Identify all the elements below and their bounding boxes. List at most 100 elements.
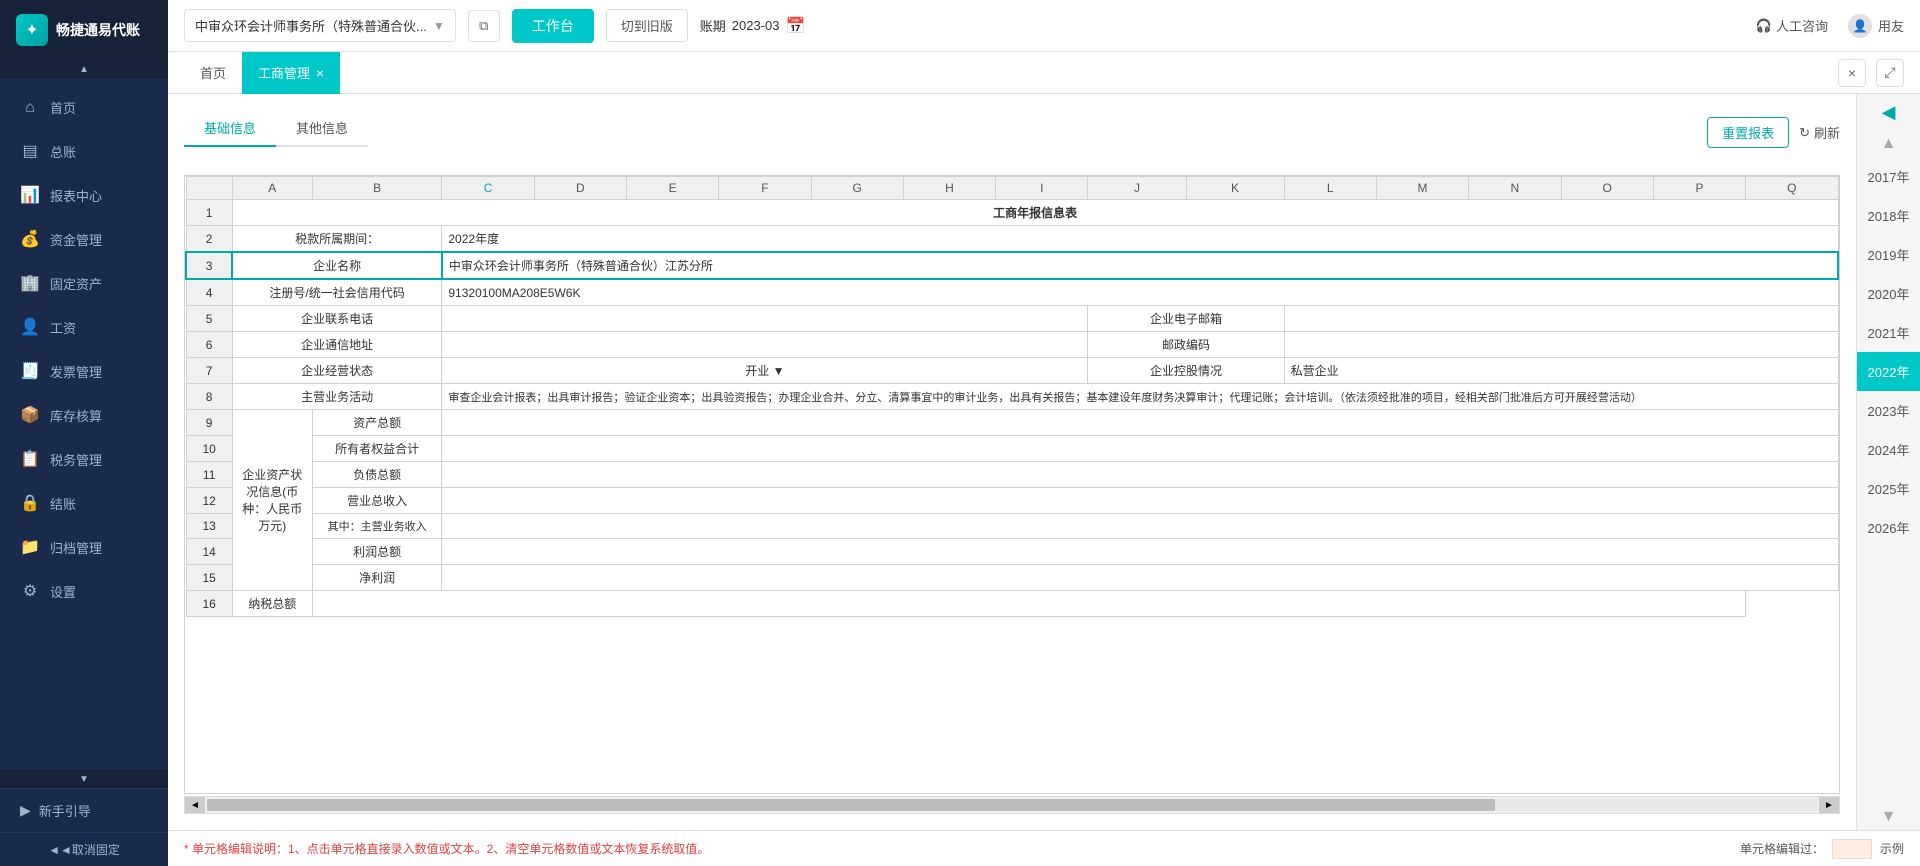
net-profit-value[interactable] [442,565,1838,591]
calendar-icon[interactable]: 📅 [785,16,805,36]
payroll-icon: 👤 [20,317,40,337]
sidebar-scroll-up[interactable]: ▲ [0,60,168,78]
assets-icon: 🏢 [20,273,40,293]
new-user-icon: ▶ [20,802,31,819]
sub-tab-other[interactable]: 其他信息 [276,110,368,147]
col-header-n[interactable]: N [1469,177,1561,200]
year-2025[interactable]: 2025年 [1857,469,1920,508]
col-header-k[interactable]: K [1186,177,1284,200]
profit-value[interactable] [442,539,1838,565]
sidebar-item-finance[interactable]: 💰 资金管理 [0,217,168,261]
sidebar-scroll-down[interactable]: ▼ [0,770,168,788]
row-num: 15 [186,565,232,591]
tab-gongshang[interactable]: 工商管理 × [242,52,340,94]
ownership-value-cell[interactable]: 私营企业 [1284,358,1838,384]
copy-button[interactable]: ⧉ [468,10,500,42]
email-value-cell[interactable] [1284,306,1838,332]
company-value-cell[interactable]: 中审众环会计师事务所（特殊普通合伙）江苏分所 [442,252,1838,279]
sidebar-item-close[interactable]: 🔒 结账 [0,481,168,525]
business-value-cell[interactable]: 审查企业会计报表；出具审计报告；验证企业资本；出具验资报告；办理企业合并、分立、… [442,384,1838,410]
year-scroll-down[interactable]: ▼ [1857,804,1920,830]
col-header-m[interactable]: M [1376,177,1468,200]
revenue-value[interactable] [442,488,1838,514]
equity-value[interactable] [442,436,1838,462]
sidebar-item-ledger[interactable]: ▤ 总账 [0,129,168,173]
tab-home[interactable]: 首页 [184,52,242,94]
tab-close-ctrl[interactable]: × [1838,59,1866,87]
year-2023[interactable]: 2023年 [1857,391,1920,430]
scrollbar-track[interactable] [207,799,1817,811]
company-selector[interactable]: 中审众环会计师事务所（特殊普通合伙... ▼ [184,9,456,42]
year-panel-collapse[interactable]: ◀ [1857,94,1920,131]
sidebar-item-invoice[interactable]: 🧾 发票管理 [0,349,168,393]
table-row: 7 企业经营状态 开业 ▼ 企业控股情况 私营企业 [186,358,1838,384]
sidebar-item-inventory[interactable]: 📦 库存核算 [0,393,168,437]
col-header-e[interactable]: E [626,177,718,200]
reports-icon: 📊 [20,185,40,205]
support-button[interactable]: 🎧 人工咨询 [1756,16,1828,35]
col-header-i[interactable]: I [996,177,1088,200]
tax-value[interactable] [312,591,1745,617]
refresh-button[interactable]: ↻ 刷新 [1799,123,1840,142]
sidebar-item-archive[interactable]: 📁 归档管理 [0,525,168,569]
tab-expand-ctrl[interactable]: ⤢ [1876,59,1904,87]
user-info[interactable]: 👤 用友 [1848,14,1904,38]
period-value-cell[interactable]: 2022年度 [442,226,1838,253]
main-revenue-value[interactable] [442,514,1838,539]
col-header-h[interactable]: H [903,177,995,200]
sidebar-item-reports[interactable]: 📊 报表中心 [0,173,168,217]
status-value-cell[interactable]: 开业 ▼ [442,358,1088,384]
row-num: 11 [186,462,232,488]
col-header-q[interactable]: Q [1746,177,1838,200]
user-avatar: 👤 [1848,14,1872,38]
scroll-left-btn[interactable]: ◄ [185,797,205,813]
horizontal-scrollbar[interactable]: ◄ ► [184,796,1840,814]
col-header-o[interactable]: O [1561,177,1653,200]
year-2020[interactable]: 2020年 [1857,274,1920,313]
col-header-a[interactable]: A [232,177,312,200]
year-2019[interactable]: 2019年 [1857,235,1920,274]
col-header-p[interactable]: P [1653,177,1745,200]
year-2024[interactable]: 2024年 [1857,430,1920,469]
tab-close-button[interactable]: × [316,65,324,81]
table-title-cell[interactable]: 工商年报信息表 [232,200,1838,226]
year-scroll-up[interactable]: ▲ [1857,131,1920,157]
col-header-l[interactable]: L [1284,177,1376,200]
year-2026[interactable]: 2026年 [1857,508,1920,547]
year-2018[interactable]: 2018年 [1857,196,1920,235]
sidebar-item-home[interactable]: ⌂ 首页 [0,86,168,129]
equity-label: 所有者权益合计 [312,436,442,462]
sidebar-item-payroll[interactable]: 👤 工资 [0,305,168,349]
reg-value-cell[interactable]: 91320100MA208E5W6K [442,279,1838,306]
year-2022[interactable]: 2022年 [1857,352,1920,391]
table-row: 8 主营业务活动 审查企业会计报表；出具审计报告；验证企业资本；出具验资报告；办… [186,384,1838,410]
col-header-f[interactable]: F [719,177,811,200]
scrollbar-thumb[interactable] [207,799,1495,811]
liabilities-value[interactable] [442,462,1838,488]
postcode-value-cell[interactable] [1284,332,1838,358]
sidebar-item-settings[interactable]: ⚙ 设置 [0,569,168,613]
legacy-button[interactable]: 切到旧版 [606,9,688,42]
year-2021[interactable]: 2021年 [1857,313,1920,352]
sidebar-item-assets[interactable]: 🏢 固定资产 [0,261,168,305]
address-value-cell[interactable] [442,332,1088,358]
spreadsheet-wrapper[interactable]: A B C D E F G H I J K L M [184,175,1840,794]
workbench-button[interactable]: 工作台 [512,9,594,43]
reset-button[interactable]: 重置报表 [1707,117,1789,148]
sub-tab-basic[interactable]: 基础信息 [184,110,276,147]
company-name: 中审众环会计师事务所（特殊普通合伙... [195,16,427,35]
col-header-b[interactable]: B [312,177,442,200]
col-header-d[interactable]: D [534,177,626,200]
col-header-c[interactable]: C [442,177,534,200]
sidebar-item-tax[interactable]: 📋 税务管理 [0,437,168,481]
table-row-highlighted: 3 企业名称 中审众环会计师事务所（特殊普通合伙）江苏分所 [186,252,1838,279]
col-header-g[interactable]: G [811,177,903,200]
unpin-button[interactable]: ◄◄取消固定 [0,832,168,866]
total-assets-value[interactable] [442,410,1838,436]
period-info: 账期 2023-03 📅 [700,16,806,36]
scroll-right-btn[interactable]: ► [1819,797,1839,813]
phone-value-cell[interactable] [442,306,1088,332]
sidebar-new-user[interactable]: ▶ 新手引导 [0,788,168,832]
col-header-j[interactable]: J [1088,177,1186,200]
year-2017[interactable]: 2017年 [1857,157,1920,196]
